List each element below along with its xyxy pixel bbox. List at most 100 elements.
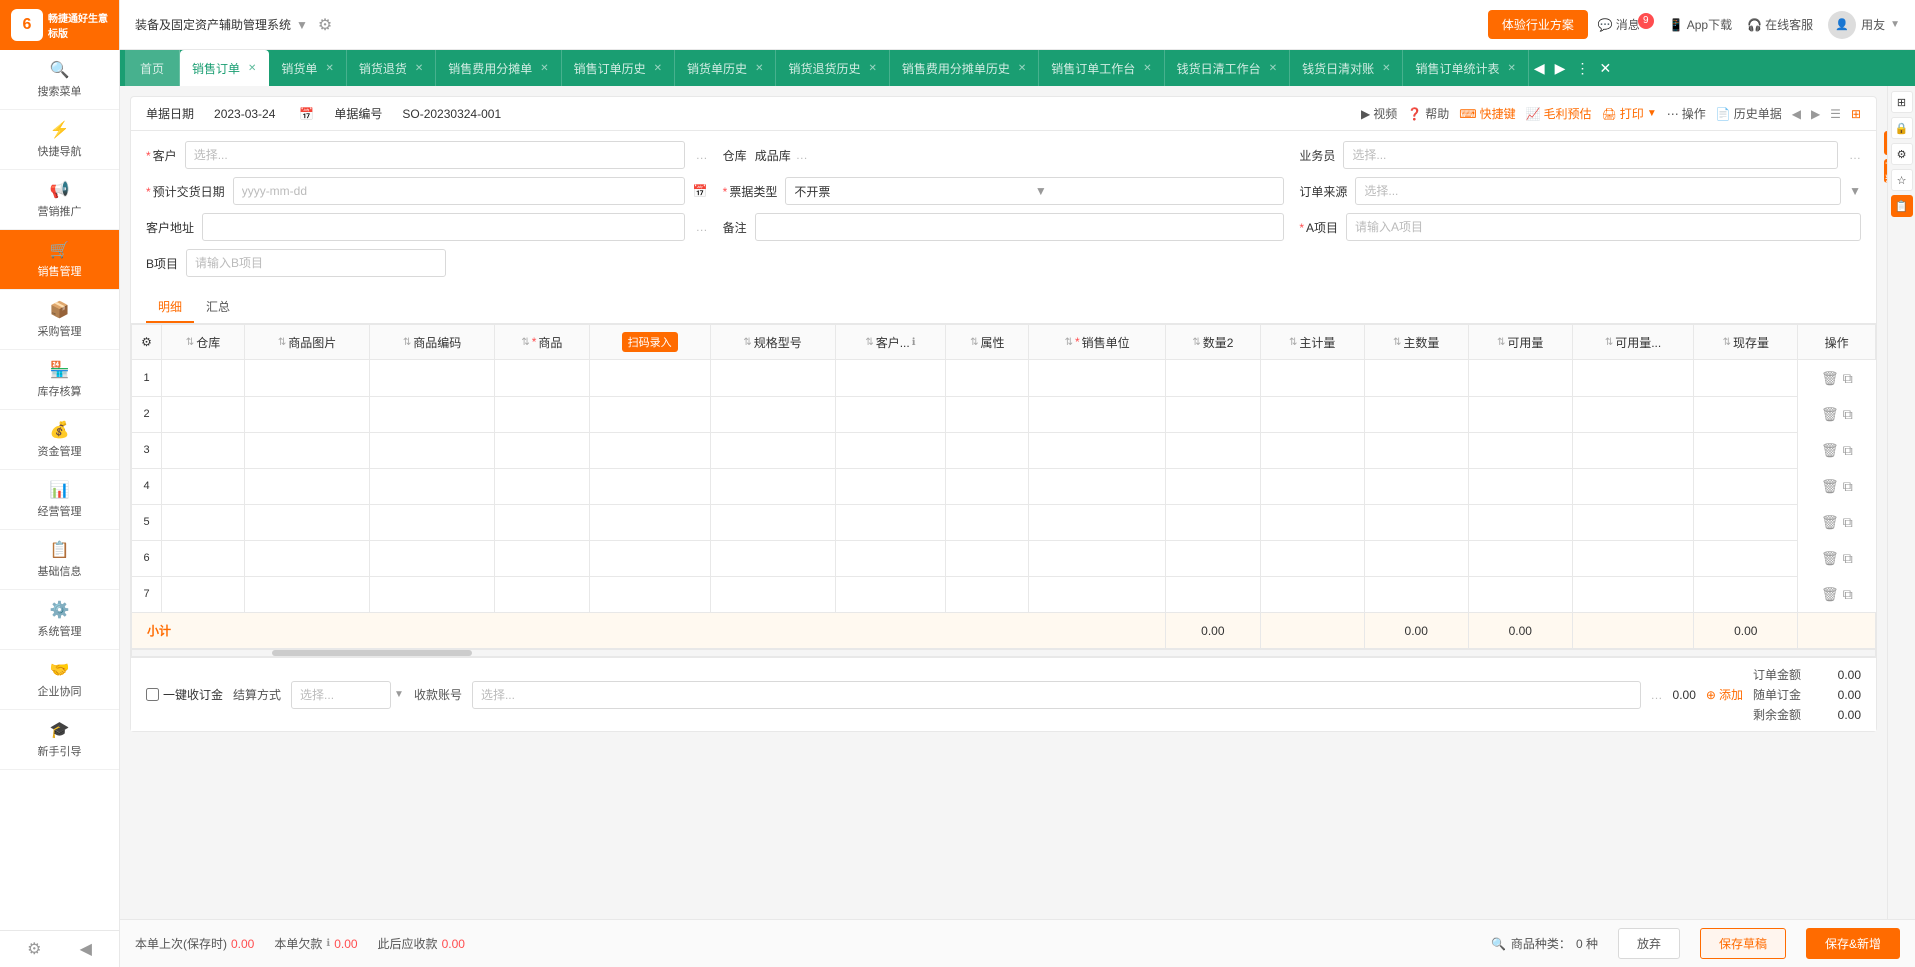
row-7-spec[interactable] [710,576,835,613]
row-4-attribute[interactable] [946,468,1029,504]
row-6-product[interactable] [495,540,590,576]
row-6-image[interactable] [245,540,370,576]
tab-close-icon[interactable]: ✕ [415,63,423,74]
invoice-type-select[interactable]: 不开票 ▼ [785,177,1284,205]
row-1-scan[interactable] [589,360,710,397]
row-1-available[interactable] [1468,360,1572,397]
row-2-available2[interactable] [1572,396,1694,432]
copy-row-2-icon[interactable]: ⧉ [1843,406,1853,423]
row-7-main-qty[interactable] [1364,576,1468,613]
row-1-image[interactable] [245,360,370,397]
row-5-main-qty[interactable] [1364,504,1468,540]
scrollbar-thumb[interactable] [272,650,472,656]
sidebar-item-quicknav[interactable]: ⚡ 快捷导航 [0,110,119,170]
row-5-attribute[interactable] [946,504,1029,540]
customer-address-input[interactable] [202,213,685,241]
row-4-warehouse[interactable] [162,468,245,504]
profit-forecast-btn[interactable]: 📈 毛利预估 [1526,105,1592,122]
calendar-icon[interactable]: 📅 [299,107,314,121]
tab-sales-order-stats[interactable]: 销售订单统计表 ✕ [1403,50,1528,86]
salesman-dots-icon[interactable]: … [1849,148,1861,162]
add-material-float-btn[interactable]: +物料 [1884,159,1887,183]
panel-icon-2[interactable]: 🔒 [1891,117,1913,139]
tab-sales-return[interactable]: 销货退货 ✕ [347,50,436,86]
tab-close-icon[interactable]: ✕ [248,63,256,74]
sidebar-collapse-icon[interactable]: ◀ [80,939,92,959]
tab-summary[interactable]: 汇总 [194,292,242,323]
salesman-input[interactable] [1343,141,1838,169]
tab-close-icon[interactable]: ✕ [1508,63,1516,74]
row-1-stock[interactable] [1694,360,1798,397]
row-4-unit[interactable] [1029,468,1166,504]
row-6-spec[interactable] [710,540,835,576]
row-2-stock[interactable] [1694,396,1798,432]
row-3-main-qty[interactable] [1364,432,1468,468]
row-1-warehouse[interactable] [162,360,245,397]
sidebar-item-operations[interactable]: 📊 经营管理 [0,470,119,530]
sidebar-item-inventory[interactable]: 🏪 库存核算 [0,350,119,410]
delete-row-1-icon[interactable]: 🗑 [1821,370,1839,387]
save-new-btn[interactable]: 保存&新增 [1806,928,1900,959]
nav-next-icon[interactable]: ▶ [1811,107,1820,121]
row-3-code[interactable] [370,432,495,468]
copy-row-5-icon[interactable]: ⧉ [1843,514,1853,531]
tab-close-icon[interactable]: ✕ [1382,63,1390,74]
info-icon[interactable]: ℹ [912,337,916,348]
row-2-scan[interactable] [589,396,710,432]
row-2-attribute[interactable] [946,396,1029,432]
row-1-available2[interactable] [1572,360,1694,397]
row-1-qty2[interactable] [1166,360,1261,397]
view-video-btn[interactable]: ▶ 视频 [1361,105,1397,122]
nav-prev-icon[interactable]: ◀ [1792,107,1801,121]
sort-icon[interactable]: ⇅ [403,337,411,348]
copy-row-1-icon[interactable]: ⧉ [1843,370,1853,387]
row-7-attribute[interactable] [946,576,1029,613]
tab-close-icon[interactable]: ✕ [1018,63,1026,74]
row-7-available2[interactable] [1572,576,1694,613]
delivery-date-input[interactable] [233,177,685,205]
app-download-btn[interactable]: 📱 App下载 [1669,16,1732,33]
save-draft-btn[interactable]: 保存草稿 [1700,928,1786,959]
customer-input[interactable] [185,141,685,169]
tab-close-icon[interactable]: ✕ [540,63,548,74]
row-3-qty2[interactable] [1166,432,1261,468]
row-4-spec[interactable] [710,468,835,504]
sidebar-item-finance[interactable]: 💰 资金管理 [0,410,119,470]
row-3-image[interactable] [245,432,370,468]
panel-icon-4[interactable]: ☆ [1891,169,1913,191]
row-4-available[interactable] [1468,468,1572,504]
horizontal-scrollbar[interactable] [131,649,1876,657]
row-5-stock[interactable] [1694,504,1798,540]
row-4-main-qty[interactable] [1364,468,1468,504]
warehouse-dots-icon[interactable]: … [796,148,808,162]
delete-row-4-icon[interactable]: 🗑 [1821,478,1839,495]
tab-cash-daily-workbench[interactable]: 钱货日清工作台 ✕ [1165,50,1290,86]
row-6-customer-code[interactable] [835,540,946,576]
tab-close-icon[interactable]: ✕ [1269,63,1277,74]
sidebar-item-marketing[interactable]: 📢 营销推广 [0,170,119,230]
row-2-available[interactable] [1468,396,1572,432]
row-5-product[interactable] [495,504,590,540]
row-4-product[interactable] [495,468,590,504]
row-2-customer-code[interactable] [835,396,946,432]
delete-row-3-icon[interactable]: 🗑 [1821,442,1839,459]
one-click-checkout-label[interactable]: 一键收订金 [146,686,223,703]
row-2-unit[interactable] [1029,396,1166,432]
row-1-unit[interactable] [1029,360,1166,397]
tab-close-icon[interactable]: ✕ [868,63,876,74]
row-1-code[interactable] [370,360,495,397]
row-2-image[interactable] [245,396,370,432]
tab-close-icon[interactable]: ✕ [755,63,763,74]
sidebar-item-search[interactable]: 🔍 搜索菜单 [0,50,119,110]
row-6-qty2[interactable] [1166,540,1261,576]
sort-icon[interactable]: ⇅ [1393,337,1401,348]
row-7-code[interactable] [370,576,495,613]
row-6-available2[interactable] [1572,540,1694,576]
row-4-main-unit[interactable] [1260,468,1364,504]
scan-btn[interactable]: 扫码录入 [622,332,678,352]
row-6-unit[interactable] [1029,540,1166,576]
row-6-stock[interactable] [1694,540,1798,576]
sort-icon[interactable]: ⇅ [1605,337,1613,348]
row-7-stock[interactable] [1694,576,1798,613]
row-5-available2[interactable] [1572,504,1694,540]
